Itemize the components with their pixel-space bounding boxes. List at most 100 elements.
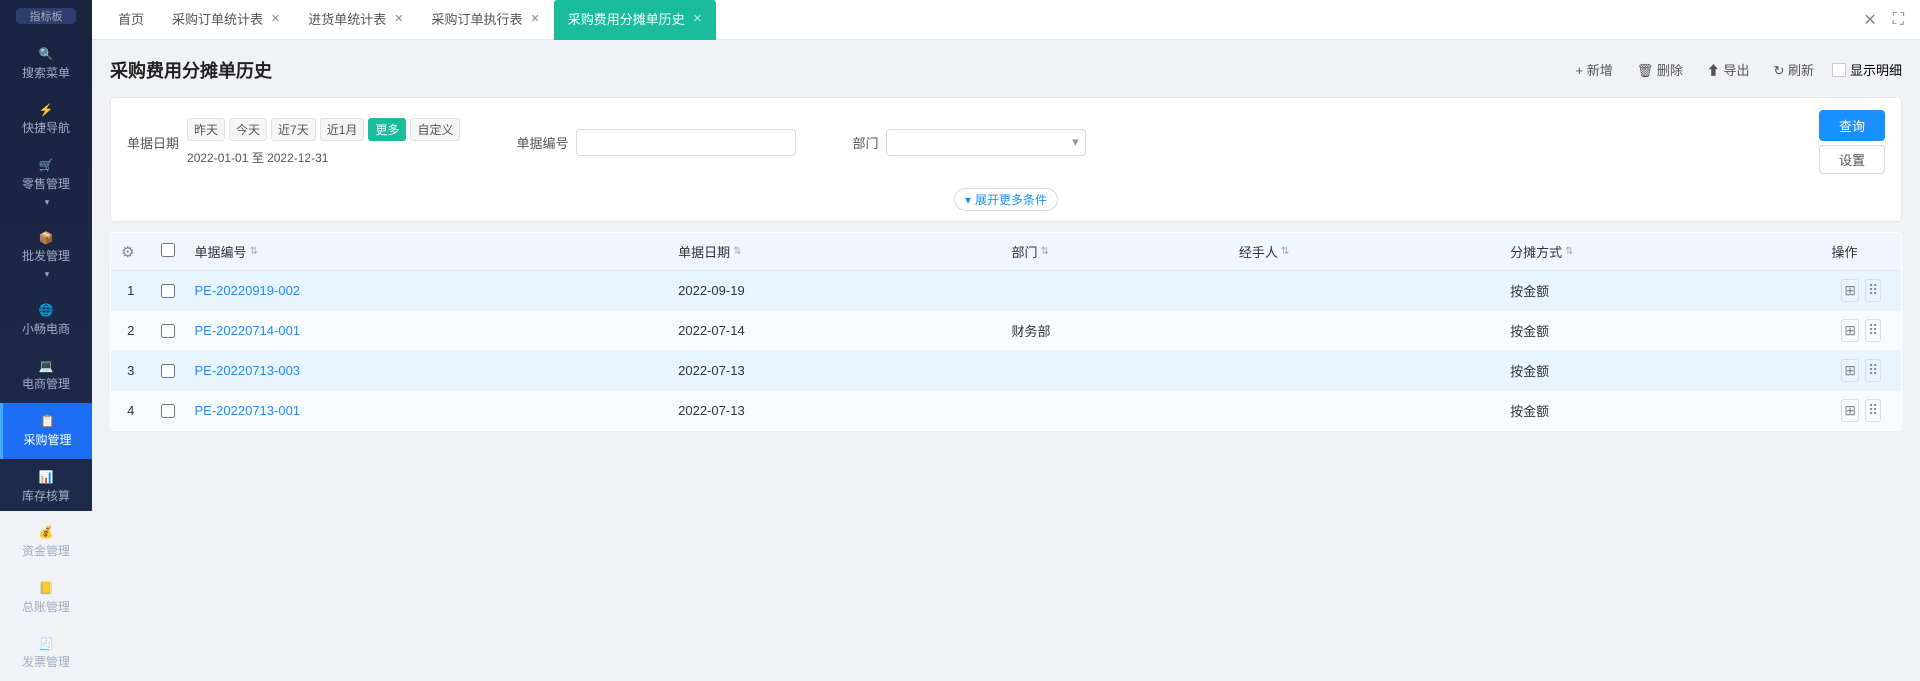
row-checkbox[interactable] [161, 404, 175, 418]
inventory-icon: 📊 [39, 470, 54, 484]
tab-purchase-order-stats[interactable]: 采购订单统计表 ✕ [158, 0, 294, 40]
sidebar-item-ledger[interactable]: 📒 总账管理 [0, 570, 92, 626]
more-action-icon[interactable]: ⠿ [1865, 359, 1881, 382]
sidebar-item-inventory[interactable]: 📊 库存核算 [0, 459, 92, 515]
gear-icon[interactable]: ⚙ [121, 244, 134, 261]
doc-no-link[interactable]: PE-20220713-001 [195, 403, 301, 418]
query-button[interactable]: 查询 [1819, 110, 1885, 141]
view-detail-icon[interactable]: ⊞ [1841, 319, 1859, 342]
table-row: 2 PE-20220714-001 2022-07-14 财务部 按金额 ⊞ ⠿ [111, 311, 1902, 351]
view-detail-icon[interactable]: ⊞ [1841, 359, 1859, 382]
more-action-icon[interactable]: ⠿ [1865, 279, 1881, 302]
row-checkbox[interactable] [161, 364, 175, 378]
view-detail-icon[interactable]: ⊞ [1841, 279, 1859, 302]
ecommerce-small-icon: 🌐 [39, 303, 54, 317]
more-action-icon[interactable]: ⠿ [1865, 319, 1881, 342]
doc-no-input[interactable] [576, 129, 796, 156]
row-dept-cell: 财务部 [1001, 311, 1228, 351]
sort-icon: ⇅ [250, 246, 258, 257]
date-range-btns: 昨天 今天 近7天 近1月 更多 自定义 [187, 118, 460, 141]
date-btn-custom[interactable]: 自定义 [410, 118, 460, 141]
select-all-checkbox[interactable] [161, 243, 175, 257]
more-action-icon[interactable]: ⠿ [1865, 399, 1881, 422]
sort-dept[interactable]: 部门 ⇅ [1011, 242, 1048, 261]
add-button[interactable]: + 新增 [1570, 56, 1619, 83]
tab-bar: 首页 采购订单统计表 ✕ 进货单统计表 ✕ 采购订单执行表 ✕ 采购费用分摊单历… [92, 0, 1920, 40]
row-handler-cell [1229, 391, 1500, 431]
row-handler-cell [1229, 271, 1500, 311]
row-dept-cell [1001, 271, 1228, 311]
ecommerce-icon: 💻 [39, 359, 54, 373]
row-split-method-cell: 按金额 [1500, 271, 1821, 311]
ledger-icon: 📒 [39, 581, 54, 595]
sort-doc-date[interactable]: 单据日期 ⇅ [678, 242, 741, 261]
tab-purchase-order-exec[interactable]: 采购订单执行表 ✕ [417, 0, 553, 40]
tab-incoming-stats[interactable]: 进货单统计表 ✕ [294, 0, 417, 40]
row-checkbox-cell [151, 311, 185, 351]
sort-handler[interactable]: 经手人 ⇅ [1239, 242, 1289, 261]
tab-close-icon[interactable]: ✕ [693, 12, 702, 25]
row-actions-cell: ⊞ ⠿ [1822, 311, 1902, 351]
row-checkbox[interactable] [161, 324, 175, 338]
date-btn-today[interactable]: 今天 [229, 118, 267, 141]
doc-no-link[interactable]: PE-20220919-002 [195, 283, 301, 298]
sidebar-logo: 指标板 [16, 8, 76, 24]
tab-close-icon[interactable]: ✕ [271, 12, 280, 25]
date-btn-1month[interactable]: 近1月 [320, 118, 365, 141]
view-detail-icon[interactable]: ⊞ [1841, 399, 1859, 422]
row-doc-date-cell: 2022-07-13 [668, 351, 1001, 391]
doc-no-field: 单据编号 [516, 129, 796, 156]
row-num-cell: 4 [111, 391, 151, 431]
show-cols-checkbox[interactable] [1832, 63, 1846, 77]
sort-split-method[interactable]: 分摊方式 ⇅ [1510, 242, 1573, 261]
sidebar-item-search[interactable]: 🔍 搜索菜单 [0, 36, 92, 92]
page-content: 采购费用分摊单历史 + 新增 🗑 删除 ⬆ 导出 ↻ 刷新 显示明细 单据日期 [92, 40, 1920, 511]
export-button[interactable]: ⬆ 导出 [1701, 56, 1756, 83]
sidebar-item-nav[interactable]: ⚡ 快捷导航 [0, 92, 92, 148]
tab-close-icon[interactable]: ✕ [394, 12, 403, 25]
row-checkbox-cell [151, 391, 185, 431]
fullscreen-btn[interactable]: ⛶ [1889, 9, 1908, 31]
date-btn-yesterday[interactable]: 昨天 [187, 118, 225, 141]
date-btn-more[interactable]: 更多 [368, 118, 406, 141]
th-dept: 部门 ⇅ [1001, 233, 1228, 271]
doc-no-link[interactable]: PE-20220713-003 [195, 363, 301, 378]
refresh-button[interactable]: ↻ 刷新 [1767, 56, 1820, 83]
expand-conditions-btn[interactable]: ▾ 展开更多条件 [954, 188, 1058, 211]
chevron-down-icon: ▾ [965, 193, 971, 207]
date-field: 单据日期 昨天 今天 近7天 近1月 更多 自定义 2022-01-01 至 2… [127, 118, 460, 166]
row-doc-date-cell: 2022-07-13 [668, 391, 1001, 431]
tab-purchase-cost-history[interactable]: 采购费用分摊单历史 ✕ [554, 0, 716, 40]
sort-icon: ⇅ [733, 246, 741, 257]
retail-icon: 🛒 [39, 158, 54, 172]
settings-button[interactable]: 设置 [1819, 145, 1885, 174]
sidebar-item-purchase[interactable]: 📋 采购管理 [0, 403, 92, 459]
show-cols-toggle[interactable]: 显示明细 [1832, 60, 1902, 79]
tab-home[interactable]: 首页 [104, 0, 158, 40]
date-btn-7days[interactable]: 近7天 [271, 118, 316, 141]
delete-button[interactable]: 🗑 删除 [1631, 56, 1689, 83]
show-cols-label: 显示明细 [1850, 60, 1902, 79]
search-bar: 单据日期 昨天 今天 近7天 近1月 更多 自定义 2022-01-01 至 2… [110, 97, 1902, 222]
row-split-method-cell: 按金额 [1500, 391, 1821, 431]
sidebar-item-finance[interactable]: 💰 资金管理 [0, 514, 92, 570]
sidebar-item-ecommerce[interactable]: 💻 电商管理 [0, 348, 92, 404]
table-row: 1 PE-20220919-002 2022-09-19 按金额 ⊞ ⠿ [111, 271, 1902, 311]
dept-select[interactable]: 财务部 [886, 129, 1086, 156]
sidebar-item-wholesale[interactable]: 📦 批发管理 ▾ [0, 220, 92, 292]
finance-icon: 💰 [39, 525, 54, 539]
row-doc-date-cell: 2022-07-14 [668, 311, 1001, 351]
sort-icon: ⇅ [1565, 246, 1573, 257]
doc-no-link[interactable]: PE-20220714-001 [195, 323, 301, 338]
th-actions: 操作 [1822, 233, 1902, 271]
th-doc-date: 单据日期 ⇅ [668, 233, 1001, 271]
sort-doc-no[interactable]: 单据编号 ⇅ [195, 242, 258, 261]
chevron-down-icon: ▾ [45, 197, 50, 207]
close-tab-btn[interactable]: ✕ [1859, 8, 1880, 32]
row-checkbox-cell [151, 271, 185, 311]
sidebar-item-ecommerce-small[interactable]: 🌐 小畅电商 [0, 292, 92, 348]
tab-close-icon[interactable]: ✕ [531, 12, 540, 25]
sidebar-item-retail[interactable]: 🛒 零售管理 ▾ [0, 147, 92, 219]
row-checkbox[interactable] [161, 284, 175, 298]
sidebar-item-invoice[interactable]: 🧾 发票管理 [0, 626, 92, 681]
